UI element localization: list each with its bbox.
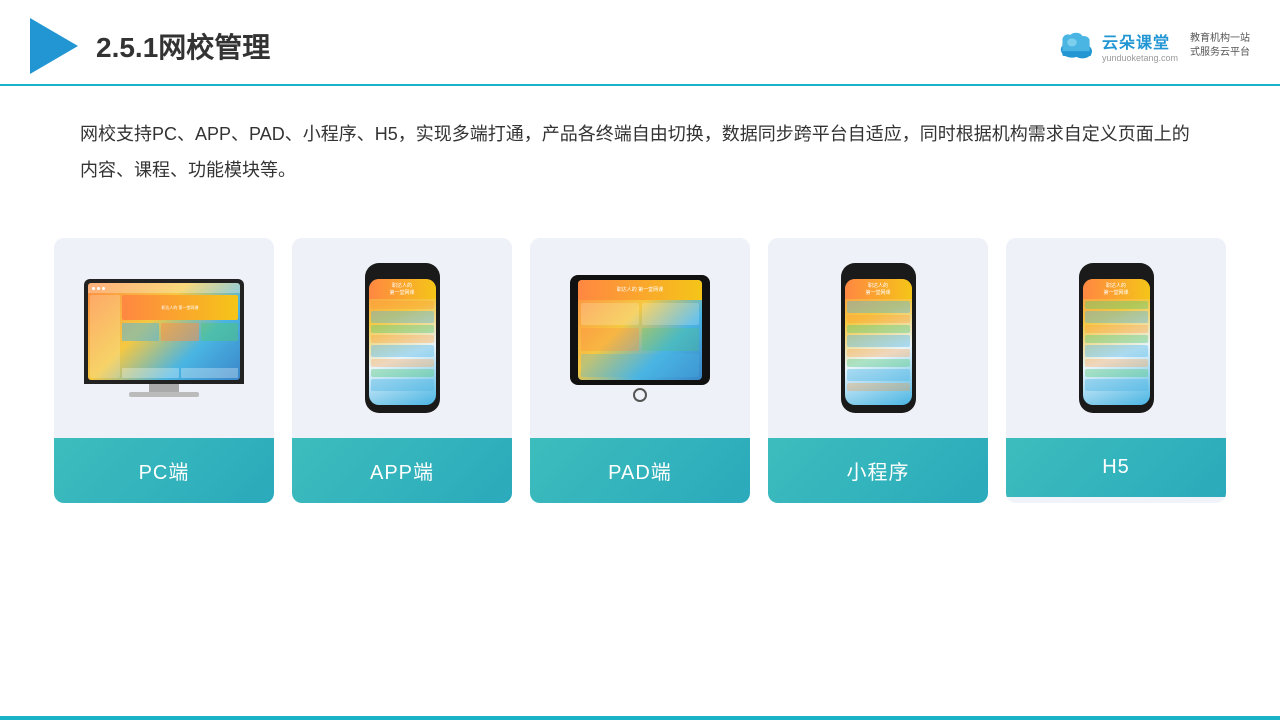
header-left: 2.5.1网校管理 bbox=[30, 18, 270, 74]
page-title: 2.5.1网校管理 bbox=[96, 26, 270, 66]
card-app: 职达人的第一堂网课 bbox=[292, 238, 512, 503]
tablet-mockup: 职达人的 第一堂网课 bbox=[570, 275, 710, 402]
card-pad-label: PAD端 bbox=[530, 438, 750, 503]
brand-name: 云朵课堂 bbox=[1102, 29, 1170, 53]
card-miniprogram-image: 职达人的第一堂网课 bbox=[768, 238, 988, 438]
phone-mockup-h5: 职达人的第一堂网课 bbox=[1079, 263, 1154, 413]
card-pc-image: 职达人的 第一堂网课 bbox=[54, 238, 274, 438]
card-pc: 职达人的 第一堂网课 bbox=[54, 238, 274, 503]
bottom-bar bbox=[0, 716, 1280, 720]
logo-icon bbox=[30, 18, 78, 74]
header-right: 云朵课堂 yunduoketang.com 教育机构一站 式服务云平台 bbox=[1056, 29, 1250, 63]
brand-url: yunduoketang.com bbox=[1102, 53, 1178, 63]
description-text: 网校支持PC、APP、PAD、小程序、H5，实现多端打通，产品各终端自由切换，数… bbox=[80, 124, 1190, 180]
card-pad-image: 职达人的 第一堂网课 bbox=[530, 238, 750, 438]
card-miniprogram-label: 小程序 bbox=[768, 438, 988, 503]
card-pc-label: PC端 bbox=[54, 438, 274, 503]
tablet-home-btn bbox=[633, 388, 647, 402]
card-app-image: 职达人的第一堂网课 bbox=[292, 238, 512, 438]
card-h5-label: H5 bbox=[1006, 438, 1226, 497]
phone-mockup-mini: 职达人的第一堂网课 bbox=[841, 263, 916, 413]
card-app-label: APP端 bbox=[292, 438, 512, 503]
pc-mockup: 职达人的 第一堂网课 bbox=[84, 279, 244, 397]
brand-text: 云朵课堂 yunduoketang.com bbox=[1102, 29, 1178, 63]
description: 网校支持PC、APP、PAD、小程序、H5，实现多端打通，产品各终端自由切换，数… bbox=[0, 86, 1280, 198]
brand-slogan: 教育机构一站 式服务云平台 bbox=[1190, 32, 1250, 60]
card-h5-image: 职达人的第一堂网课 bbox=[1006, 238, 1226, 438]
card-miniprogram: 职达人的第一堂网课 bbox=[768, 238, 988, 503]
cards-container: 职达人的 第一堂网课 bbox=[0, 208, 1280, 503]
header: 2.5.1网校管理 云朵课堂 yunduoketang.com 教育机构一站 式 bbox=[0, 0, 1280, 86]
cloud-icon bbox=[1056, 31, 1096, 61]
card-pad: 职达人的 第一堂网课 PAD端 bbox=[530, 238, 750, 503]
brand-logo: 云朵课堂 yunduoketang.com 教育机构一站 式服务云平台 bbox=[1056, 29, 1250, 63]
phone-mockup-app: 职达人的第一堂网课 bbox=[365, 263, 440, 413]
card-h5: 职达人的第一堂网课 bbox=[1006, 238, 1226, 503]
